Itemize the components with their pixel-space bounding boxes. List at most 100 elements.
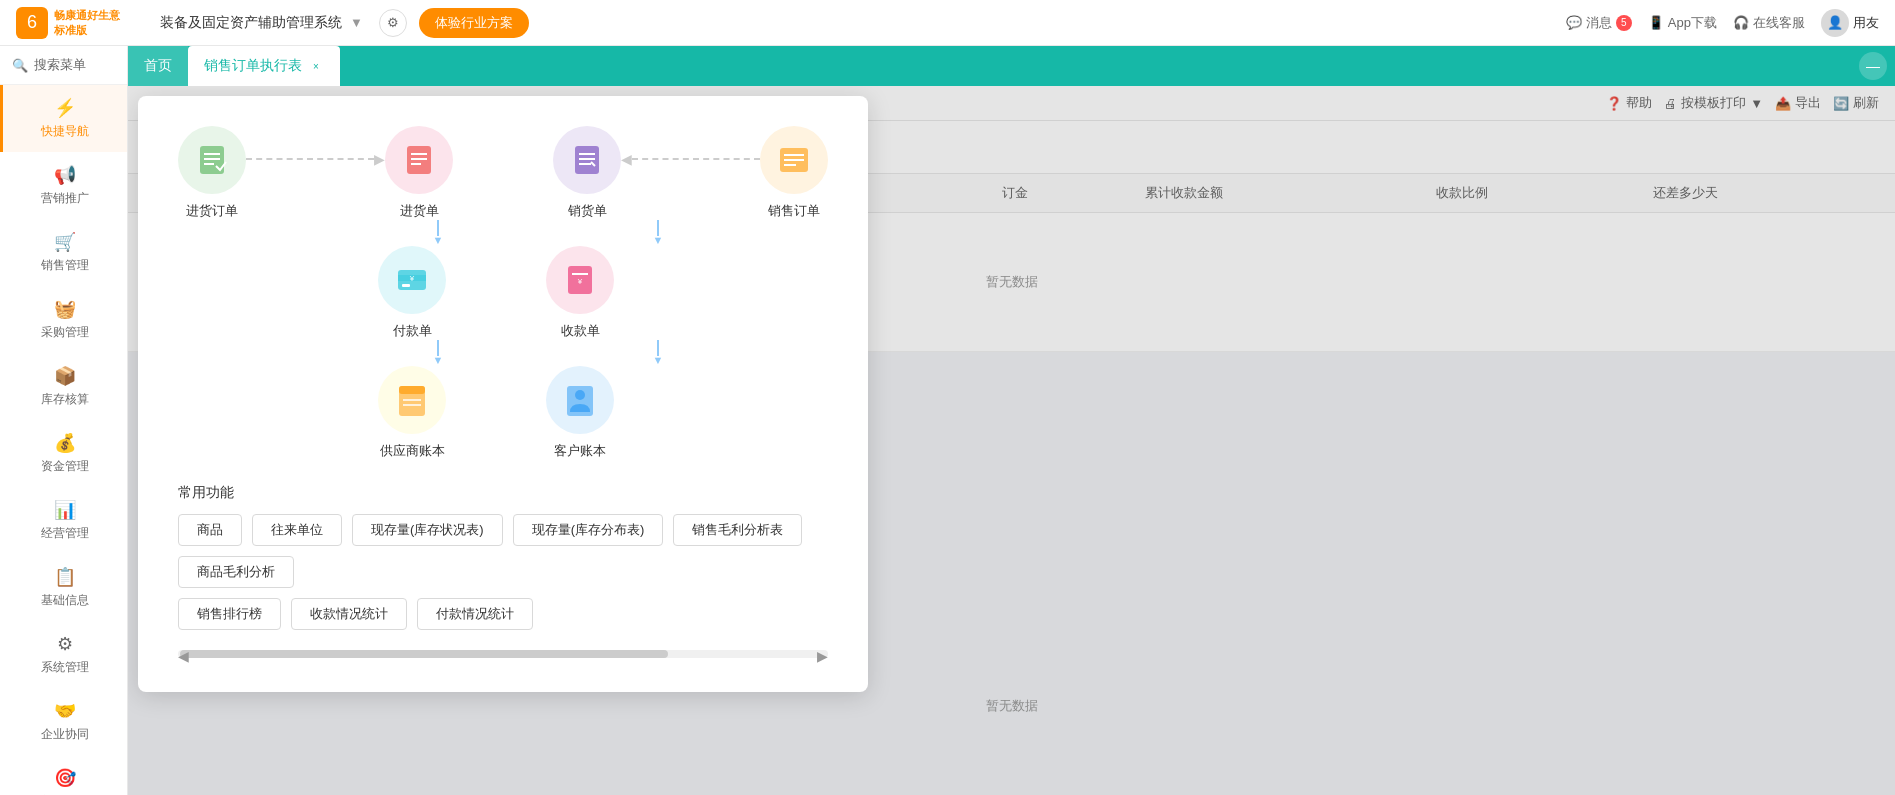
phone-icon: 📱 [1648,15,1664,30]
tab-home[interactable]: 首页 [128,46,188,86]
sidebar-item-quick-nav[interactable]: ⚡ 快捷导航 [0,85,127,152]
btn-receipt-stats[interactable]: 收款情况统计 [291,598,407,630]
sales-icon: 🛒 [54,231,76,253]
sidebar-item-system[interactable]: ⚙ 系统管理 [0,621,127,688]
common-buttons-row1: 商品 往来单位 现存量(库存状况表) 现存量(库存分布表) 销售毛利分析表 商品… [178,514,828,588]
sidebar-item-label: 经营管理 [41,525,89,542]
sidebar-item-label: 销售管理 [41,257,89,274]
sidebar-item-guide[interactable]: 🎯 新手引导 [0,755,127,795]
payment-label: 付款单 [393,322,432,340]
purchase-bill-circle [385,126,453,194]
marketing-icon: 📢 [54,164,76,186]
customer-account-label: 客户账本 [554,442,606,460]
sales-order-label: 销售订单 [768,202,820,220]
btn-sales-margin[interactable]: 销售毛利分析表 [673,514,802,546]
finance-icon: 💰 [54,432,76,454]
svg-text:¥: ¥ [577,277,583,286]
tab-close-icon[interactable]: × [308,58,324,74]
quick-nav-modal: 进货订单 ▶ [138,96,868,692]
logo-icon: 6 [16,7,48,39]
receipt-label: 收款单 [561,322,600,340]
sidebar-item-marketing[interactable]: 📢 营销推广 [0,152,127,219]
purchase-order-label: 进货订单 [186,202,238,220]
user-name: 用友 [1853,14,1879,32]
collab-icon: 🤝 [54,700,76,722]
message-icon: 💬 [1566,15,1582,30]
sidebar-item-basic-info[interactable]: 📋 基础信息 [0,554,127,621]
sidebar-item-label: 库存核算 [41,391,89,408]
btn-product[interactable]: 商品 [178,514,242,546]
trial-button[interactable]: 体验行业方案 [419,8,529,38]
sidebar-item-operations[interactable]: 📊 经营管理 [0,487,127,554]
guide-icon: 🎯 [54,767,76,789]
logo-text: 畅康通好生意 标准版 [54,8,120,37]
dropdown-arrow-icon[interactable]: ▼ [350,15,363,30]
sidebar-search-label: 搜索菜单 [34,56,86,74]
quick-nav-icon: ⚡ [54,97,76,119]
tab-minimize-button[interactable]: — [1859,52,1887,80]
supplier-account-label: 供应商账本 [380,442,445,460]
common-functions-title: 常用功能 [178,484,828,502]
supplier-account-circle [378,366,446,434]
page-content: ❓ 帮助 🖨 按模板打印 ▼ 📤 导出 🔄 刷新 [128,86,1895,795]
common-buttons-row2: 销售排行榜 收款情况统计 付款情况统计 [178,598,828,630]
btn-payment-stats[interactable]: 付款情况统计 [417,598,533,630]
logo-area: 6 畅康通好生意 标准版 [16,7,144,39]
home-tab-label: 首页 [144,57,172,75]
arrow-purchase-order-to-bill: ▶ [246,151,385,195]
sidebar-item-purchase[interactable]: 🧺 采购管理 [0,286,127,353]
btn-product-margin[interactable]: 商品毛利分析 [178,556,294,588]
receipt-col: ¥ 收款单 [546,246,614,340]
message-button[interactable]: 💬 消息 5 [1566,14,1632,32]
sidebar-item-sales[interactable]: 🛒 销售管理 [0,219,127,286]
sidebar-item-label: 营销推广 [41,190,89,207]
sidebar-item-collab[interactable]: 🤝 企业协同 [0,688,127,755]
user-menu[interactable]: 👤 用友 [1821,9,1879,37]
app-download-button[interactable]: 📱 App下载 [1648,14,1717,32]
top-center: 装备及固定资产辅助管理系统 ▼ ⚙ 体验行业方案 [144,8,1566,38]
operations-icon: 📊 [54,499,76,521]
message-badge: 5 [1616,15,1632,31]
tab-bar: 首页 销售订单执行表 × — [128,46,1895,86]
sidebar-item-label: 快捷导航 [41,123,89,140]
sidebar-item-inventory[interactable]: 📦 库存核算 [0,353,127,420]
sidebar-item-label: 采购管理 [41,324,89,341]
scroll-right-button[interactable]: ▶ [817,648,828,664]
btn-sales-rank[interactable]: 销售排行榜 [178,598,281,630]
system-title: 装备及固定资产辅助管理系统 [160,14,342,32]
customer-account-col: 客户账本 [546,366,614,460]
sidebar: 🔍 搜索菜单 ⚡ 快捷导航 📢 营销推广 🛒 销售管理 🧺 采购管理 📦 [0,46,128,795]
customer-account-circle [546,366,614,434]
headset-icon: 🎧 [1733,15,1749,30]
scroll-left-button[interactable]: ◀ [178,648,189,664]
system-icon: ⚙ [57,633,73,655]
top-right: 💬 消息 5 📱 App下载 🎧 在线客服 👤 用友 [1566,9,1879,37]
sales-bill-label: 销货单 [568,202,607,220]
arrow-sales-order-to-bill: ◀ [621,151,760,195]
sales-bill-col: 销货单 [553,126,621,220]
sidebar-item-label: 系统管理 [41,659,89,676]
sales-order-col: 销售订单 [760,126,828,220]
top-bar: 6 畅康通好生意 标准版 装备及固定资产辅助管理系统 ▼ ⚙ 体验行业方案 💬 … [0,0,1895,46]
search-icon: 🔍 [12,58,28,73]
svg-rect-19 [402,284,410,287]
svg-text:¥: ¥ [409,274,415,283]
tab-sales-order[interactable]: 销售订单执行表 × [188,46,340,86]
gear-button[interactable]: ⚙ [379,9,407,37]
inventory-icon: 📦 [54,365,76,387]
receipt-circle: ¥ [546,246,614,314]
basic-info-icon: 📋 [54,566,76,588]
flow-section: 进货订单 ▶ [178,126,828,460]
sales-order-circle [760,126,828,194]
sidebar-search[interactable]: 🔍 搜索菜单 [0,46,127,85]
purchase-bill-col: 进货单 [385,126,453,220]
purchase-bill-label: 进货单 [400,202,439,220]
common-functions-section: 常用功能 商品 往来单位 现存量(库存状况表) 现存量(库存分布表) 销售毛利分… [178,484,828,630]
btn-stock-dist[interactable]: 现存量(库存分布表) [513,514,664,546]
online-service-button[interactable]: 🎧 在线客服 [1733,14,1805,32]
btn-stock-status[interactable]: 现存量(库存状况表) [352,514,503,546]
btn-partner[interactable]: 往来单位 [252,514,342,546]
sidebar-item-finance[interactable]: 💰 资金管理 [0,420,127,487]
svg-rect-25 [399,386,425,394]
sales-order-tab-label: 销售订单执行表 [204,57,302,75]
